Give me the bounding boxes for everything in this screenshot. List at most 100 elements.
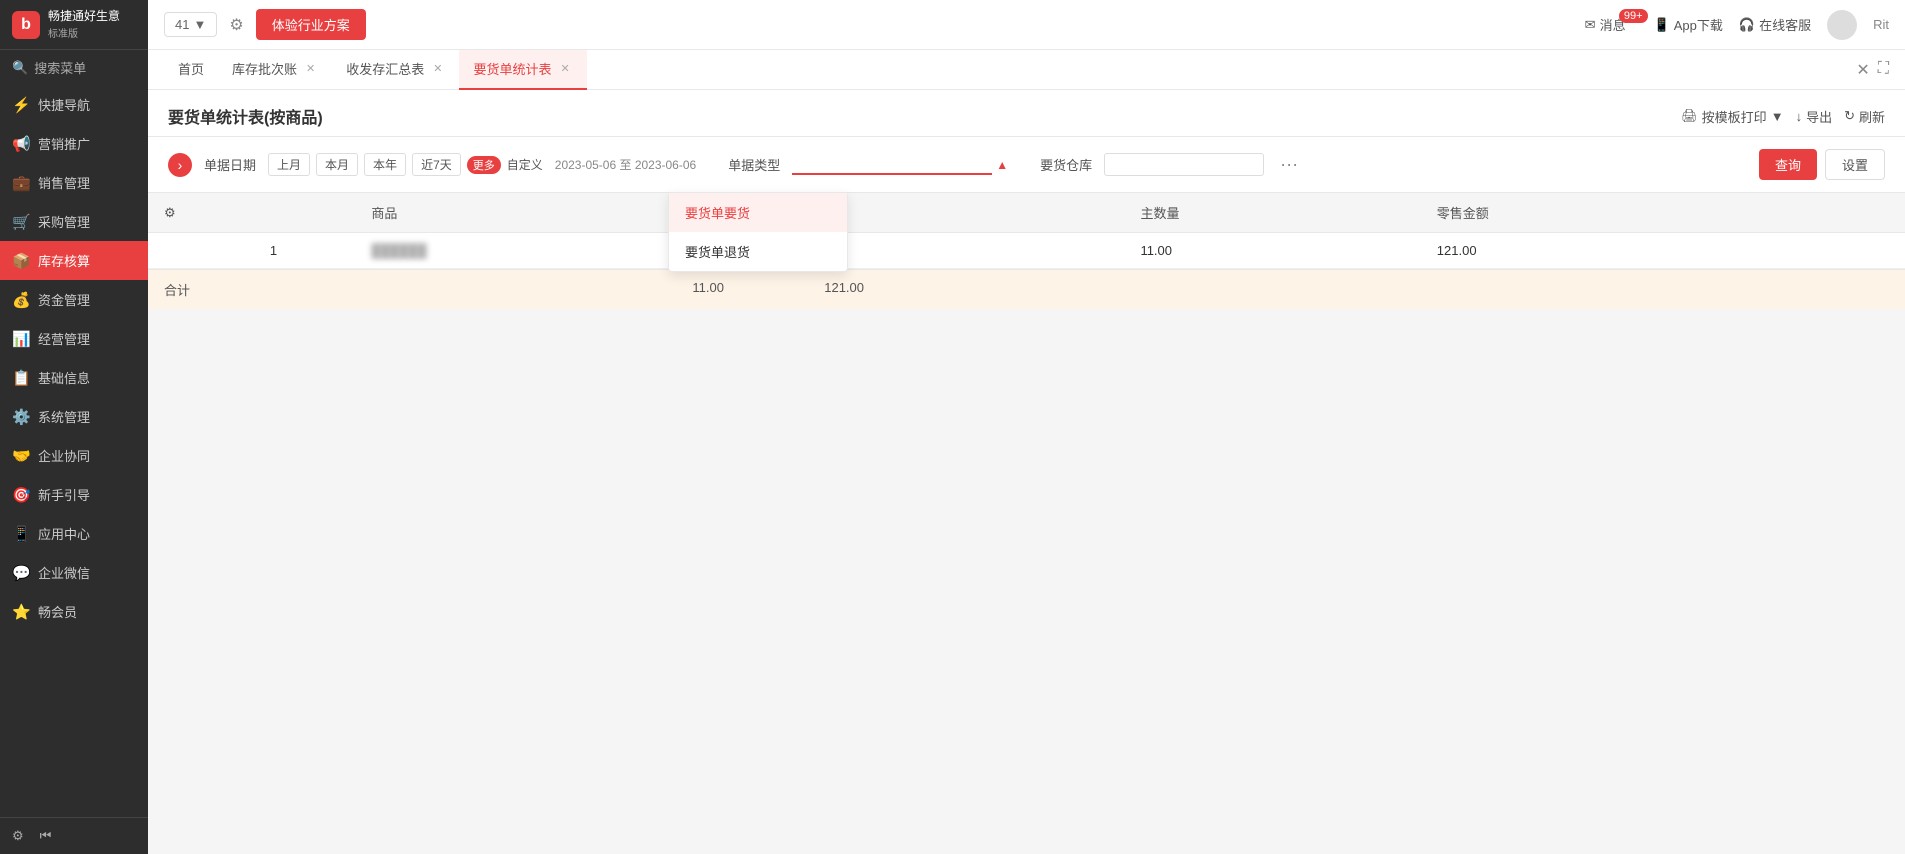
export-action[interactable]: ↓ 导出 <box>1796 107 1833 126</box>
query-btn[interactable]: 查询 <box>1759 149 1817 180</box>
table-row: 1 ██████ 块 11.00 121.00 <box>148 233 1905 269</box>
tab-inventory-batch[interactable]: 库存批次账 ✕ <box>218 50 332 90</box>
date-this-month-btn[interactable]: 本月 <box>316 153 358 176</box>
sidebar-search[interactable]: 🔍 搜索菜单 <box>0 50 148 85</box>
page-actions: 🖨 按模板打印 ▼ ↓ 导出 ↻ 刷新 <box>1681 107 1885 126</box>
topbar-gear-icon[interactable]: ⚙ <box>229 15 243 35</box>
settings-btn[interactable]: 设置 <box>1825 149 1885 180</box>
warehouse-filter-input[interactable] <box>1104 153 1264 176</box>
footer-amount: 121.00 <box>784 280 864 299</box>
trial-btn[interactable]: 体验行业方案 <box>256 9 366 40</box>
sales-icon: 💼 <box>12 174 30 192</box>
col-settings: ⚙ <box>148 193 192 233</box>
sidebar-item-finance[interactable]: 💰 资金管理 <box>0 280 148 319</box>
export-icon: ↓ <box>1796 109 1803 124</box>
type-filter-input[interactable] <box>792 154 992 175</box>
dropdown-item-demand-return[interactable]: 要货单退货 <box>669 232 847 271</box>
sidebar: b 畅捷通好生意 标准版 🔍 搜索菜单 ⚡ 快捷导航 📢 营销推广 💼 销售管理… <box>0 0 148 854</box>
sidebar-item-marketing[interactable]: 📢 营销推广 <box>0 124 148 163</box>
sidebar-item-system[interactable]: ⚙️ 系统管理 <box>0 397 148 436</box>
tab-close-demand-summary[interactable]: ✕ <box>558 61 573 76</box>
warehouse-label: 要货仓库 <box>1040 155 1092 174</box>
dropdown-chevron-icon: ▼ <box>193 17 206 32</box>
col-num <box>192 193 356 233</box>
date-last-month-btn[interactable]: 上月 <box>268 153 310 176</box>
date-more-badge[interactable]: 更多 <box>467 156 501 174</box>
collapse-sidebar-icon[interactable]: ⏮ <box>40 828 52 844</box>
sidebar-item-wechat[interactable]: 💬 企业微信 <box>0 553 148 592</box>
filter-expand-btn[interactable]: › <box>168 153 192 177</box>
table-header-row: ⚙ 商品 主计量单位 主数量 零售金额 <box>148 193 1905 233</box>
messages-badge[interactable]: ✉ 消息 99+ <box>1585 15 1638 34</box>
phone-icon: 📱 <box>1654 17 1670 33</box>
tab-close-receive-summary[interactable]: ✕ <box>430 61 445 76</box>
type-chevron-up-icon[interactable]: ▲ <box>996 158 1008 172</box>
system-icon: ⚙️ <box>12 408 30 426</box>
online-service-link[interactable]: 🎧 在线客服 <box>1739 15 1811 34</box>
purchase-icon: 🛒 <box>12 213 30 231</box>
operation-icon: 📊 <box>12 330 30 348</box>
type-label: 单据类型 <box>728 155 780 174</box>
footer-quantity: 11.00 <box>644 280 724 299</box>
row-quantity-cell: 11.00 <box>1124 233 1420 269</box>
tab-receive-summary[interactable]: 收发存汇总表 ✕ <box>332 50 459 90</box>
member-icon: ⭐ <box>12 603 30 621</box>
dropdown-item-demand-order[interactable]: 要货单要货 <box>669 193 847 232</box>
tabs-bar: 首页 库存批次账 ✕ 收发存汇总表 ✕ 要货单统计表 ✕ ✕ ⛶ <box>148 50 1905 90</box>
sidebar-item-sales[interactable]: 💼 销售管理 <box>0 163 148 202</box>
footer-spacer <box>444 280 644 299</box>
workspace-dropdown[interactable]: 41 ▼ <box>164 12 217 37</box>
type-dropdown: 要货单要货 要货单退货 <box>668 192 848 272</box>
sidebar-item-coop[interactable]: 🤝 企业协同 <box>0 436 148 475</box>
date-custom-btn[interactable]: 自定义 <box>507 156 543 173</box>
app-download-link[interactable]: 📱 App下载 <box>1654 15 1723 34</box>
basic-icon: 📋 <box>12 369 30 387</box>
print-dropdown-icon: ▼ <box>1771 109 1784 124</box>
date-shortcuts: 上月 本月 本年 近7天 更多 自定义 <box>268 153 543 176</box>
logo-icon: b <box>12 11 40 39</box>
filter-bar: › 单据日期 上月 本月 本年 近7天 更多 自定义 2023-05-06 至 … <box>148 137 1905 193</box>
message-icon: ✉ <box>1585 17 1596 33</box>
row-settings-cell <box>148 233 192 269</box>
sidebar-item-inventory[interactable]: 📦 库存核算 <box>0 241 148 280</box>
coop-icon: 🤝 <box>12 447 30 465</box>
user-avatar[interactable] <box>1827 10 1857 40</box>
tabs-maximize-icon[interactable]: ⛶ <box>1878 60 1889 80</box>
sidebar-item-appcenter[interactable]: 📱 应用中心 <box>0 514 148 553</box>
date-last-7-days-btn[interactable]: 近7天 <box>412 153 461 176</box>
column-settings-icon[interactable]: ⚙ <box>164 205 176 220</box>
row-amount-cell: 121.00 <box>1421 233 1772 269</box>
topbar: 41 ▼ ⚙ 体验行业方案 ✉ 消息 99+ 📱 App下载 🎧 在线客服 Ri… <box>148 0 1905 50</box>
sidebar-item-operation[interactable]: 📊 经营管理 <box>0 319 148 358</box>
main-content: 41 ▼ ⚙ 体验行业方案 ✉ 消息 99+ 📱 App下载 🎧 在线客服 Ri… <box>148 0 1905 854</box>
tab-close-inventory-batch[interactable]: ✕ <box>303 61 318 76</box>
user-name: Rit <box>1873 17 1889 32</box>
tab-demand-summary[interactable]: 要货单统计表 ✕ <box>459 50 586 90</box>
quicknav-icon: ⚡ <box>12 96 30 114</box>
sidebar-nav: ⚡ 快捷导航 📢 营销推广 💼 销售管理 🛒 采购管理 📦 库存核算 💰 资金管… <box>0 85 148 817</box>
sidebar-item-purchase[interactable]: 🛒 采购管理 <box>0 202 148 241</box>
appcenter-icon: 📱 <box>12 525 30 543</box>
sidebar-item-quicknav[interactable]: ⚡ 快捷导航 <box>0 85 148 124</box>
headset-icon: 🎧 <box>1739 17 1755 33</box>
inventory-icon: 📦 <box>12 252 30 270</box>
printer-icon: 🖨 <box>1681 108 1698 124</box>
sidebar-item-guide[interactable]: 🎯 新手引导 <box>0 475 148 514</box>
footer-label: 合计 <box>164 280 444 299</box>
row-goods-cell: ██████ <box>355 233 719 269</box>
app-logo: b 畅捷通好生意 标准版 <box>0 0 148 50</box>
sidebar-item-basic[interactable]: 📋 基础信息 <box>0 358 148 397</box>
table-footer: 合计 11.00 121.00 <box>148 269 1905 309</box>
print-action[interactable]: 🖨 按模板打印 ▼ <box>1681 107 1783 126</box>
tab-home[interactable]: 首页 <box>164 50 218 90</box>
tabs-close-all-icon[interactable]: ✕ <box>1856 60 1869 80</box>
marketing-icon: 📢 <box>12 135 30 153</box>
filter-more-icon[interactable]: ··· <box>1280 154 1298 175</box>
date-this-year-btn[interactable]: 本年 <box>364 153 406 176</box>
sidebar-item-member[interactable]: ⭐ 畅会员 <box>0 592 148 631</box>
settings-bottom-icon[interactable]: ⚙ <box>12 828 24 844</box>
refresh-action[interactable]: ↻ 刷新 <box>1844 107 1885 126</box>
refresh-icon: ↻ <box>1844 108 1855 124</box>
topbar-right: ✉ 消息 99+ 📱 App下载 🎧 在线客服 Rit <box>1585 10 1889 40</box>
sidebar-bottom: ⚙ ⏮ <box>0 817 148 854</box>
